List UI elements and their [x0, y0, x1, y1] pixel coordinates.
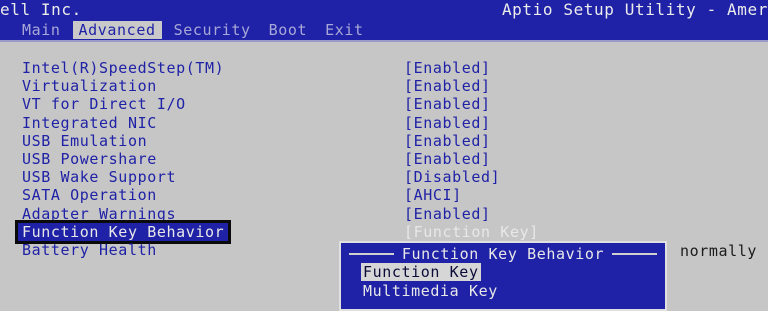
- setting-value[interactable]: [Disabled]: [404, 168, 500, 186]
- setting-value[interactable]: [Enabled]: [404, 205, 491, 223]
- tab-boot[interactable]: Boot: [263, 21, 314, 39]
- utility-title: Aptio Setup Utility - Amer: [501, 0, 768, 19]
- tab-bar: Main Advanced Security Boot Exit: [16, 21, 376, 39]
- tab-main[interactable]: Main: [16, 21, 67, 39]
- setting-row-speedstep[interactable]: Intel(R)SpeedStep(TM) [Enabled]: [0, 59, 768, 77]
- setting-value[interactable]: [Enabled]: [404, 132, 491, 150]
- setting-value[interactable]: [Enabled]: [404, 95, 491, 113]
- setting-value[interactable]: [AHCI]: [404, 186, 462, 204]
- setting-value[interactable]: [Enabled]: [404, 114, 491, 132]
- setting-label: VT for Direct I/O: [22, 95, 186, 114]
- setting-value[interactable]: [Enabled]: [404, 59, 491, 77]
- setting-label: USB Emulation: [22, 131, 148, 150]
- tab-advanced[interactable]: Advanced: [72, 21, 162, 39]
- settings-list: Intel(R)SpeedStep(TM) [Enabled] Virtuali…: [0, 59, 768, 259]
- setting-label-selected: Function Key Behavior: [14, 219, 232, 244]
- setting-row-usb-powershare[interactable]: USB Powershare [Enabled]: [0, 150, 768, 168]
- setting-row-virtualization[interactable]: Virtualization [Enabled]: [0, 77, 768, 95]
- popup-title: Function Key Behavior: [341, 245, 665, 263]
- popup-option-multimedia-key[interactable]: Multimedia Key: [361, 282, 500, 300]
- popup-option-function-key[interactable]: Function Key: [361, 263, 481, 281]
- option-popup: Function Key Behavior Function Key Multi…: [339, 241, 667, 311]
- setting-row-vt-direct-io[interactable]: VT for Direct I/O [Enabled]: [0, 95, 768, 113]
- help-text: normally: [680, 242, 758, 260]
- setting-value[interactable]: [Enabled]: [404, 77, 491, 95]
- setting-label: Intel(R)SpeedStep(TM): [22, 59, 225, 77]
- setting-label: USB Powershare: [22, 149, 157, 168]
- bios-header: ell Inc. Aptio Setup Utility - Amer Main…: [0, 0, 768, 40]
- setting-value[interactable]: [Function Key]: [404, 223, 539, 241]
- setting-label: Adapter Warnings: [22, 204, 177, 223]
- setting-label: Battery Health: [22, 240, 157, 259]
- setting-row-function-key-behavior[interactable]: Function Key Behavior [Function Key]: [0, 219, 768, 244]
- header-divider: [0, 40, 768, 42]
- tab-security[interactable]: Security: [168, 21, 257, 39]
- setting-label: SATA Operation: [22, 186, 157, 205]
- setting-value[interactable]: [Enabled]: [404, 150, 491, 168]
- setting-label: Virtualization: [22, 77, 157, 96]
- setting-row-usb-emulation[interactable]: USB Emulation [Enabled]: [0, 132, 768, 150]
- setting-row-integrated-nic[interactable]: Integrated NIC [Enabled]: [0, 114, 768, 132]
- tab-exit[interactable]: Exit: [319, 21, 370, 39]
- setting-row-usb-wake-support[interactable]: USB Wake Support [Disabled]: [0, 168, 768, 186]
- setting-row-sata-operation[interactable]: SATA Operation [AHCI]: [0, 186, 768, 204]
- setting-label: USB Wake Support: [22, 168, 177, 187]
- popup-title-text: Function Key Behavior: [393, 245, 613, 263]
- vendor-name: ell Inc.: [0, 0, 82, 19]
- setting-label: Integrated NIC: [22, 113, 157, 132]
- setting-row-adapter-warnings[interactable]: Adapter Warnings [Enabled]: [0, 205, 768, 223]
